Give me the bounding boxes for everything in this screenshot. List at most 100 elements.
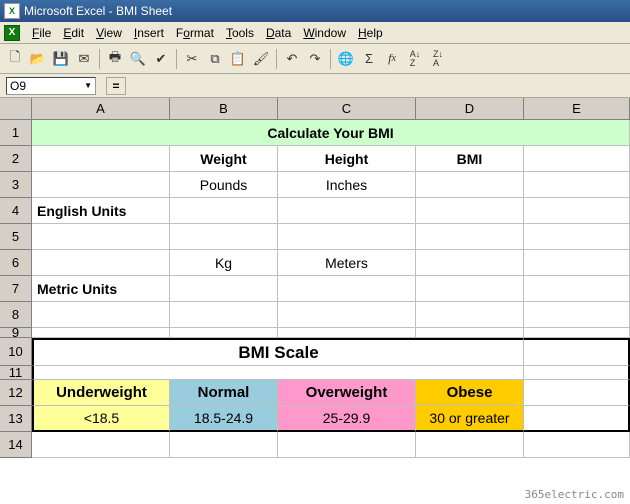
cell-d7[interactable] [416,276,524,302]
hyperlink-icon[interactable]: 🌐 [335,48,357,70]
cell-e5[interactable] [524,224,630,250]
menu-edit[interactable]: Edit [57,24,90,42]
cell-d8[interactable] [416,302,524,328]
cell-e3[interactable] [524,172,630,198]
cell-a7[interactable]: Metric Units [32,276,170,302]
mail-icon[interactable]: ✉ [73,48,95,70]
cell-c8[interactable] [278,302,416,328]
row-header-2[interactable]: 2 [0,146,32,172]
autosum-icon[interactable]: Σ [358,48,380,70]
cell-c3[interactable]: Inches [278,172,416,198]
cell-a3[interactable] [32,172,170,198]
sort-asc-icon[interactable]: A↓Z [404,48,426,70]
cell-a13[interactable]: <18.5 [32,406,170,432]
menu-insert[interactable]: Insert [128,24,170,42]
cell-d6[interactable] [416,250,524,276]
print-icon[interactable]: 🖶 [104,48,126,70]
cell-a5[interactable] [32,224,170,250]
cell-b6[interactable]: Kg [170,250,278,276]
cell-c5[interactable] [278,224,416,250]
cell-e11[interactable] [524,366,630,380]
name-box[interactable]: O9 ▼ [6,77,96,95]
cell-b13[interactable]: 18.5-24.9 [170,406,278,432]
cell-c4[interactable] [278,198,416,224]
print-preview-icon[interactable]: 🔍 [127,48,149,70]
menu-help[interactable]: Help [352,24,389,42]
cell-c2[interactable]: Height [278,146,416,172]
cell-row11-merged[interactable] [32,366,524,380]
menu-tools[interactable]: Tools [220,24,260,42]
save-icon[interactable]: 💾 [50,48,72,70]
cell-c9[interactable] [278,328,416,338]
row-header-11[interactable]: 11 [0,366,32,380]
dropdown-icon[interactable]: ▼ [84,81,92,90]
menu-window[interactable]: Window [297,24,352,42]
spellcheck-icon[interactable]: ✔ [150,48,172,70]
cell-a4[interactable]: English Units [32,198,170,224]
cell-a6[interactable] [32,250,170,276]
cell-d5[interactable] [416,224,524,250]
menu-file[interactable]: File [26,24,57,42]
cell-a8[interactable] [32,302,170,328]
select-all-corner[interactable] [0,98,32,120]
row-header-13[interactable]: 13 [0,406,32,432]
function-icon[interactable]: fx [381,48,403,70]
undo-icon[interactable]: ↶ [281,48,303,70]
excel-doc-icon[interactable]: X [4,25,20,41]
cell-c7[interactable] [278,276,416,302]
row-header-1[interactable]: 1 [0,120,32,146]
open-icon[interactable]: 📂 [27,48,49,70]
cell-a9[interactable] [32,328,170,338]
cell-e13[interactable] [524,406,630,432]
cell-b12[interactable]: Normal [170,380,278,406]
cell-a12[interactable]: Underweight [32,380,170,406]
cell-e7[interactable] [524,276,630,302]
menu-format[interactable]: Format [170,24,220,42]
cell-e12[interactable] [524,380,630,406]
equals-button[interactable]: = [106,77,126,95]
cell-bmi-scale[interactable]: BMI Scale [32,338,524,366]
col-header-e[interactable]: E [524,98,630,120]
paste-icon[interactable]: 📋 [227,48,249,70]
cell-b2[interactable]: Weight [170,146,278,172]
cell-d14[interactable] [416,432,524,458]
col-header-c[interactable]: C [278,98,416,120]
col-header-d[interactable]: D [416,98,524,120]
col-header-b[interactable]: B [170,98,278,120]
row-header-4[interactable]: 4 [0,198,32,224]
copy-icon[interactable]: ⧉ [204,48,226,70]
row-header-12[interactable]: 12 [0,380,32,406]
cell-e10[interactable] [524,338,630,366]
cell-c14[interactable] [278,432,416,458]
cell-e8[interactable] [524,302,630,328]
cell-e6[interactable] [524,250,630,276]
cell-c13[interactable]: 25-29.9 [278,406,416,432]
redo-icon[interactable]: ↷ [304,48,326,70]
cell-a2[interactable] [32,146,170,172]
cell-b7[interactable] [170,276,278,302]
cut-icon[interactable]: ✂ [181,48,203,70]
cell-b9[interactable] [170,328,278,338]
col-header-a[interactable]: A [32,98,170,120]
cell-e2[interactable] [524,146,630,172]
cell-d2[interactable]: BMI [416,146,524,172]
menu-view[interactable]: View [90,24,128,42]
row-header-9[interactable]: 9 [0,328,32,338]
cell-b14[interactable] [170,432,278,458]
cell-e14[interactable] [524,432,630,458]
row-header-6[interactable]: 6 [0,250,32,276]
cell-c12[interactable]: Overweight [278,380,416,406]
cell-d3[interactable] [416,172,524,198]
cell-d4[interactable] [416,198,524,224]
cell-d13[interactable]: 30 or greater [416,406,524,432]
menu-data[interactable]: Data [260,24,297,42]
row-header-3[interactable]: 3 [0,172,32,198]
cell-a14[interactable] [32,432,170,458]
cell-title[interactable]: Calculate Your BMI [32,120,630,146]
new-icon[interactable]: 🗋 [4,48,26,70]
row-header-14[interactable]: 14 [0,432,32,458]
cell-b8[interactable] [170,302,278,328]
cell-b4[interactable] [170,198,278,224]
sort-desc-icon[interactable]: Z↓A [427,48,449,70]
cell-b5[interactable] [170,224,278,250]
